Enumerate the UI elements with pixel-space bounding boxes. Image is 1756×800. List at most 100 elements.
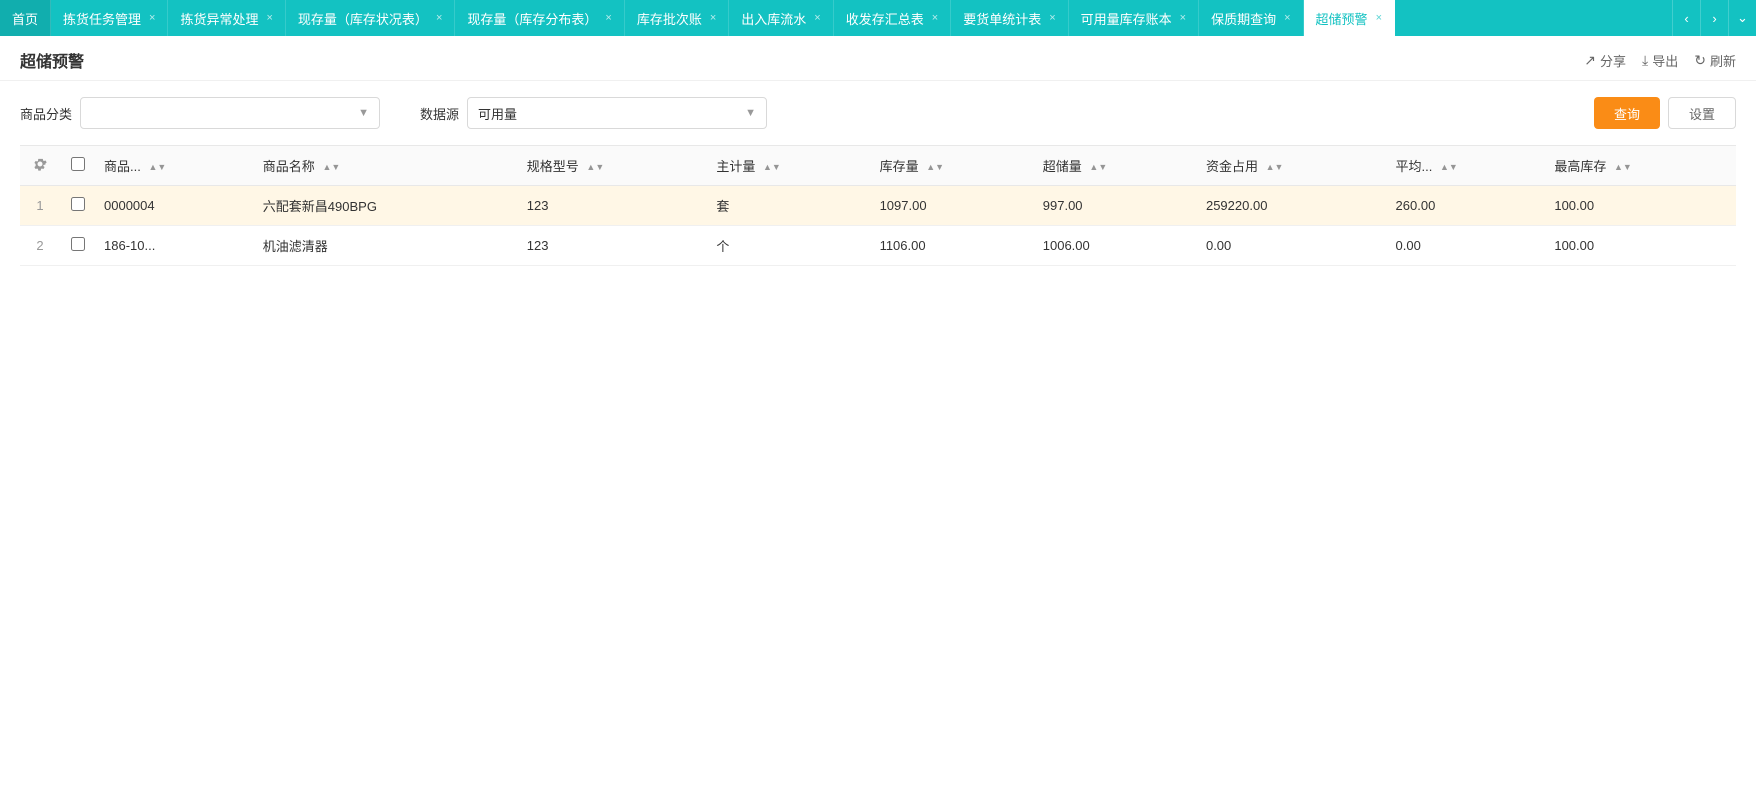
row-max-1: 100.00 bbox=[1546, 226, 1736, 266]
sort-icon-over: ▲▼ bbox=[1089, 163, 1107, 172]
nav-item-超储预警[interactable]: 超储预警 × bbox=[1304, 0, 1395, 36]
row-num-1: 2 bbox=[20, 226, 60, 266]
nav-item-close-icon[interactable]: × bbox=[149, 12, 155, 24]
nav-item-close-icon[interactable]: × bbox=[1180, 12, 1186, 24]
refresh-button[interactable]: ↻ 刷新 bbox=[1694, 51, 1736, 70]
select-all-checkbox[interactable] bbox=[71, 157, 85, 171]
row-checkbox-0 bbox=[60, 186, 96, 226]
col-unit-header[interactable]: 主计量 ▲▼ bbox=[708, 146, 871, 186]
nav-item-close-icon[interactable]: × bbox=[605, 12, 611, 24]
table-row: 2 186-10... 机油滤清器 123 个 1106.00 1006.00 … bbox=[20, 226, 1736, 266]
nav-item-拣货任务管理[interactable]: 拣货任务管理 × bbox=[51, 0, 168, 36]
category-select[interactable]: ▼ bbox=[80, 97, 380, 129]
row-over-0: 997.00 bbox=[1035, 186, 1198, 226]
row-max-0: 100.00 bbox=[1546, 186, 1736, 226]
nav-prev-arrow[interactable]: ‹ bbox=[1672, 0, 1700, 36]
refresh-label: 刷新 bbox=[1710, 51, 1736, 70]
col-avg-header[interactable]: 平均... ▲▼ bbox=[1388, 146, 1547, 186]
nav-item-label: 现存量（库存状况表） bbox=[298, 9, 428, 28]
row-select-checkbox[interactable] bbox=[71, 237, 85, 251]
table-header-row: 商品... ▲▼ 商品名称 ▲▼ 规格型号 ▲▼ 主计量 ▲▼ 库存量 ▲▼ bbox=[20, 146, 1736, 186]
col-name-header[interactable]: 商品名称 ▲▼ bbox=[255, 146, 519, 186]
export-icon: ⤓ bbox=[1642, 52, 1648, 69]
data-table: 商品... ▲▼ 商品名称 ▲▼ 规格型号 ▲▼ 主计量 ▲▼ 库存量 ▲▼ bbox=[20, 145, 1736, 266]
row-code-1: 186-10... bbox=[96, 226, 255, 266]
row-stock-1: 1106.00 bbox=[872, 226, 1035, 266]
row-spec-1: 123 bbox=[519, 226, 709, 266]
nav-next-arrow[interactable]: › bbox=[1700, 0, 1728, 36]
row-avg-1: 0.00 bbox=[1388, 226, 1547, 266]
category-filter: 商品分类 ▼ bbox=[20, 97, 380, 129]
sort-icon-capital: ▲▼ bbox=[1266, 163, 1284, 172]
settings-button[interactable]: 设置 bbox=[1668, 97, 1736, 129]
nav-item-现存量（库存分布表）[interactable]: 现存量（库存分布表） × bbox=[455, 0, 624, 36]
nav-item-label: 出入库流水 bbox=[741, 9, 806, 28]
col-spec-header[interactable]: 规格型号 ▲▼ bbox=[519, 146, 709, 186]
category-label: 商品分类 bbox=[20, 104, 72, 123]
query-button[interactable]: 查询 bbox=[1594, 97, 1660, 129]
category-dropdown-arrow: ▼ bbox=[358, 107, 369, 119]
row-code-0: 0000004 bbox=[96, 186, 255, 226]
col-stock-header[interactable]: 库存量 ▲▼ bbox=[872, 146, 1035, 186]
refresh-icon: ↻ bbox=[1694, 52, 1706, 69]
row-unit-1: 个 bbox=[708, 226, 871, 266]
row-select-checkbox[interactable] bbox=[71, 197, 85, 211]
gear-settings-icon[interactable] bbox=[32, 156, 48, 172]
row-stock-0: 1097.00 bbox=[872, 186, 1035, 226]
table-container: 商品... ▲▼ 商品名称 ▲▼ 规格型号 ▲▼ 主计量 ▲▼ 库存量 ▲▼ bbox=[0, 145, 1756, 266]
nav-item-label: 现存量（库存分布表） bbox=[467, 9, 597, 28]
top-nav: 首页拣货任务管理×拣货异常处理×现存量（库存状况表）×现存量（库存分布表）×库存… bbox=[0, 0, 1756, 36]
export-label: 导出 bbox=[1652, 51, 1678, 70]
nav-item-label: 拣货任务管理 bbox=[63, 9, 141, 28]
col-code-header[interactable]: 商品... ▲▼ bbox=[96, 146, 255, 186]
nav-item-close-icon[interactable]: × bbox=[1376, 12, 1382, 24]
nav-menu-arrow[interactable]: ⌄ bbox=[1728, 0, 1756, 36]
col-over-header[interactable]: 超储量 ▲▼ bbox=[1035, 146, 1198, 186]
share-icon: ↗ bbox=[1584, 52, 1596, 69]
nav-item-close-icon[interactable]: × bbox=[710, 12, 716, 24]
page-title: 超储预警 bbox=[20, 48, 84, 72]
export-button[interactable]: ⤓ 导出 bbox=[1642, 51, 1678, 70]
nav-item-保质期查询[interactable]: 保质期查询× bbox=[1199, 0, 1303, 36]
nav-item-可用量库存账本[interactable]: 可用量库存账本 × bbox=[1069, 0, 1199, 36]
row-capital-0: 259220.00 bbox=[1198, 186, 1388, 226]
nav-item-close-icon[interactable]: × bbox=[436, 12, 442, 24]
sort-icon-avg: ▲▼ bbox=[1440, 163, 1458, 172]
nav-item-库存批次账[interactable]: 库存批次账 × bbox=[625, 0, 729, 36]
nav-item-出入库流水[interactable]: 出入库流水 × bbox=[729, 0, 833, 36]
col-gear bbox=[20, 146, 60, 186]
nav-item-现存量（库存状况表）[interactable]: 现存量（库存状况表） × bbox=[286, 0, 455, 36]
row-capital-1: 0.00 bbox=[1198, 226, 1388, 266]
col-capital-header[interactable]: 资金占用 ▲▼ bbox=[1198, 146, 1388, 186]
datasource-filter: 数据源 可用量 ▼ bbox=[420, 97, 767, 129]
share-button[interactable]: ↗ 分享 bbox=[1584, 51, 1626, 70]
datasource-select-value: 可用量 bbox=[478, 104, 517, 123]
nav-item-收发存汇总表[interactable]: 收发存汇总表 × bbox=[834, 0, 951, 36]
row-avg-0: 260.00 bbox=[1388, 186, 1547, 226]
row-name-1: 机油滤清器 bbox=[255, 226, 519, 266]
row-num-0: 1 bbox=[20, 186, 60, 226]
action-buttons: 查询 设置 bbox=[1594, 97, 1736, 129]
sort-icon-code: ▲▼ bbox=[148, 163, 166, 172]
nav-item-close-icon[interactable]: × bbox=[266, 12, 272, 24]
nav-item-label: 超储预警 bbox=[1316, 9, 1368, 28]
nav-item-close-icon[interactable]: × bbox=[932, 12, 938, 24]
nav-item-要货单统计表[interactable]: 要货单统计表× bbox=[951, 0, 1068, 36]
nav-item-拣货异常处理[interactable]: 拣货异常处理× bbox=[168, 0, 285, 36]
sort-icon-name: ▲▼ bbox=[322, 163, 340, 172]
nav-item-label: 收发存汇总表 bbox=[846, 9, 924, 28]
nav-item-close-icon[interactable]: × bbox=[1049, 12, 1055, 24]
nav-item-close-icon[interactable]: × bbox=[1284, 12, 1290, 24]
nav-item-close-icon[interactable]: × bbox=[814, 12, 820, 24]
col-max-header[interactable]: 最高库存 ▲▼ bbox=[1546, 146, 1736, 186]
nav-item-label: 可用量库存账本 bbox=[1081, 9, 1172, 28]
sort-icon-max: ▲▼ bbox=[1614, 163, 1632, 172]
page-header: 超储预警 ↗ 分享 ⤓ 导出 ↻ 刷新 bbox=[0, 36, 1756, 81]
row-over-1: 1006.00 bbox=[1035, 226, 1198, 266]
datasource-label: 数据源 bbox=[420, 104, 459, 123]
nav-item-首页[interactable]: 首页 bbox=[0, 0, 51, 36]
filter-area: 商品分类 ▼ 数据源 可用量 ▼ 查询 设置 bbox=[0, 81, 1756, 145]
datasource-select[interactable]: 可用量 ▼ bbox=[467, 97, 767, 129]
nav-item-label: 库存批次账 bbox=[637, 9, 702, 28]
share-label: 分享 bbox=[1600, 51, 1626, 70]
